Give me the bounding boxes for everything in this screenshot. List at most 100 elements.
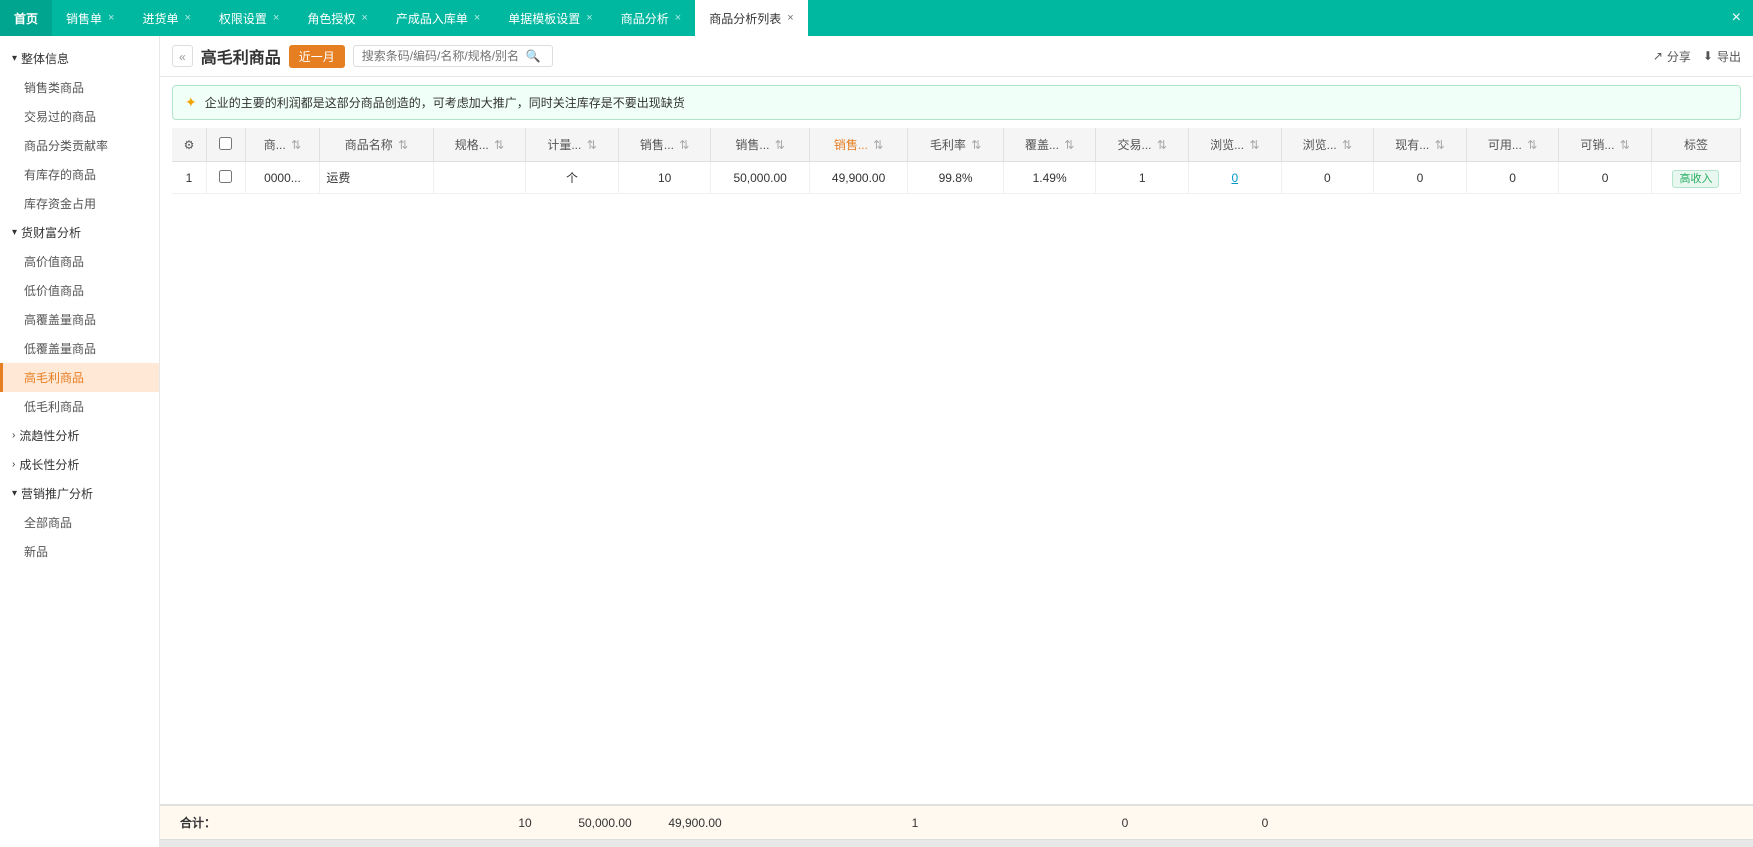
collapse-arrow-growth: › bbox=[12, 459, 15, 470]
nav-permission-settings-close[interactable]: × bbox=[273, 12, 279, 24]
th-sales-qty[interactable]: 销售... ⇅ bbox=[618, 128, 711, 162]
table-footer: 合计： 10 50,000.00 49,900.00 1 0 0 bbox=[160, 804, 1753, 839]
cell-available: 0 bbox=[1466, 162, 1559, 194]
th-current-stock[interactable]: 现有... ⇅ bbox=[1374, 128, 1467, 162]
sidebar-item-inventory-goods[interactable]: 有库存的商品 bbox=[0, 160, 159, 189]
sort-name-icon: ⇅ bbox=[398, 138, 408, 152]
collapse-arrow-trend: › bbox=[12, 430, 15, 441]
sidebar-group-overall-label: 整体信息 bbox=[21, 50, 69, 67]
export-button[interactable]: ⬇ 导出 bbox=[1703, 48, 1741, 65]
nav-sales-order-close[interactable]: × bbox=[108, 12, 114, 24]
th-checkbox[interactable] bbox=[207, 128, 246, 162]
nav-order-template-close[interactable]: × bbox=[586, 12, 592, 24]
nav-product-purchase[interactable]: 产成品入库单 × bbox=[382, 0, 494, 36]
search-input[interactable] bbox=[362, 49, 522, 63]
sidebar-collapse-button[interactable]: « bbox=[172, 45, 193, 67]
cell-transaction: 1 bbox=[1096, 162, 1189, 194]
th-saleable[interactable]: 可销... ⇅ bbox=[1559, 128, 1652, 162]
nav-role-permissions-close[interactable]: × bbox=[361, 12, 367, 24]
nav-purchase-order[interactable]: 进货单 × bbox=[128, 0, 204, 36]
th-code[interactable]: 商... ⇅ bbox=[245, 128, 320, 162]
nav-role-permissions[interactable]: 角色授权 × bbox=[293, 0, 381, 36]
nav-product-analysis-close[interactable]: × bbox=[675, 12, 681, 24]
nav-home[interactable]: 首页 bbox=[0, 0, 52, 36]
th-spec[interactable]: 规格... ⇅ bbox=[433, 128, 526, 162]
nav-product-analysis-list[interactable]: 商品分析列表 × bbox=[695, 0, 807, 36]
th-unit[interactable]: 计量... ⇅ bbox=[526, 128, 619, 162]
th-browse1[interactable]: 浏览... ⇅ bbox=[1189, 128, 1282, 162]
window-close-button[interactable]: × bbox=[1720, 9, 1753, 27]
nav-product-analysis-list-label: 商品分析列表 bbox=[709, 10, 781, 27]
horizontal-scrollbar[interactable] bbox=[160, 839, 1753, 847]
cell-tag: 高收入 bbox=[1651, 162, 1740, 194]
sort-current-stock-icon: ⇅ bbox=[1435, 138, 1445, 152]
sidebar-item-goods-analysis[interactable]: 商品分类贡献率 bbox=[0, 131, 159, 160]
data-table: ⚙ 商... ⇅ 商品名称 ⇅ 规格... ⇅ 计量... ⇅ 销售... ⇅ … bbox=[172, 128, 1741, 194]
th-tag[interactable]: 标签 bbox=[1651, 128, 1740, 162]
cell-browse1[interactable]: 0 bbox=[1189, 162, 1282, 194]
table-header-row: ⚙ 商... ⇅ 商品名称 ⇅ 规格... ⇅ 计量... ⇅ 销售... ⇅ … bbox=[172, 128, 1741, 162]
th-coverage[interactable]: 覆盖... ⇅ bbox=[1003, 128, 1096, 162]
sidebar-item-all-goods[interactable]: 全部商品 bbox=[0, 508, 159, 537]
top-navigation: 首页 销售单 × 进货单 × 权限设置 × 角色授权 × 产成品入库单 × 单据… bbox=[0, 0, 1753, 36]
sort-unit-icon: ⇅ bbox=[587, 138, 597, 152]
sort-code-icon: ⇅ bbox=[291, 138, 301, 152]
sort-saleable-icon: ⇅ bbox=[1620, 138, 1630, 152]
th-name[interactable]: 商品名称 ⇅ bbox=[320, 128, 433, 162]
sidebar-item-low-freq[interactable]: 低覆盖量商品 bbox=[0, 334, 159, 363]
nav-order-template[interactable]: 单据模板设置 × bbox=[494, 0, 606, 36]
tag-badge: 高收入 bbox=[1672, 170, 1719, 188]
th-sales-profit[interactable]: 销售... ⇅ bbox=[809, 128, 907, 162]
sidebar-item-traded-goods[interactable]: 交易过的商品 bbox=[0, 102, 159, 131]
sidebar-item-high-margin[interactable]: 高毛利商品 bbox=[0, 363, 159, 392]
nav-product-purchase-close[interactable]: × bbox=[474, 12, 480, 24]
nav-permission-settings-label: 权限设置 bbox=[219, 10, 267, 27]
select-all-checkbox[interactable] bbox=[219, 137, 232, 150]
nav-sales-order-label: 销售单 bbox=[66, 10, 102, 27]
cell-sales-profit: 49,900.00 bbox=[809, 162, 907, 194]
nav-product-analysis[interactable]: 商品分析 × bbox=[607, 0, 695, 36]
th-margin-rate[interactable]: 毛利率 ⇅ bbox=[908, 128, 1004, 162]
sort-available-icon: ⇅ bbox=[1527, 138, 1537, 152]
sidebar-item-sales-goods[interactable]: 销售类商品 bbox=[0, 73, 159, 102]
collapse-icon: « bbox=[179, 50, 186, 64]
nav-permission-settings[interactable]: 权限设置 × bbox=[205, 0, 293, 36]
nav-purchase-order-label: 进货单 bbox=[142, 10, 178, 27]
th-sales-amount[interactable]: 销售... ⇅ bbox=[711, 128, 809, 162]
sidebar-item-inventory-occupation[interactable]: 库存资金占用 bbox=[0, 189, 159, 218]
nav-product-analysis-list-close[interactable]: × bbox=[787, 12, 793, 24]
sort-browse2-icon: ⇅ bbox=[1342, 138, 1352, 152]
sidebar-group-marketing[interactable]: ▾ 营销推广分析 bbox=[0, 479, 159, 508]
sidebar-group-wealth[interactable]: ▾ 货财富分析 bbox=[0, 218, 159, 247]
sidebar-group-trend[interactable]: › 流趋性分析 bbox=[0, 421, 159, 450]
sidebar-group-wealth-label: 货财富分析 bbox=[21, 224, 81, 241]
cell-checkbox[interactable] bbox=[207, 162, 246, 194]
cell-coverage: 1.49% bbox=[1003, 162, 1096, 194]
sort-coverage-icon: ⇅ bbox=[1064, 138, 1074, 152]
th-settings[interactable]: ⚙ bbox=[172, 128, 207, 162]
share-button[interactable]: ↗ 分享 bbox=[1653, 48, 1691, 65]
search-icon[interactable]: 🔍 bbox=[526, 49, 541, 63]
nav-role-permissions-label: 角色授权 bbox=[307, 10, 355, 27]
main-layout: ▾ 整体信息 销售类商品 交易过的商品 商品分类贡献率 有库存的商品 库存资金占… bbox=[0, 36, 1753, 847]
content-header: « 高毛利商品 近一月 🔍 ↗ 分享 ⬇ 导出 bbox=[160, 36, 1753, 77]
sidebar-item-low-margin[interactable]: 低毛利商品 bbox=[0, 392, 159, 421]
row-checkbox[interactable] bbox=[219, 170, 232, 183]
th-available[interactable]: 可用... ⇅ bbox=[1466, 128, 1559, 162]
sidebar-item-high-value[interactable]: 高价值商品 bbox=[0, 247, 159, 276]
sidebar-item-high-freq[interactable]: 高覆盖量商品 bbox=[0, 305, 159, 334]
th-transaction[interactable]: 交易... ⇅ bbox=[1096, 128, 1189, 162]
search-box[interactable]: 🔍 bbox=[353, 45, 553, 67]
cell-code: 0000... bbox=[245, 162, 320, 194]
sidebar-item-new-goods[interactable]: 新品 bbox=[0, 537, 159, 566]
nav-order-template-label: 单据模板设置 bbox=[508, 10, 580, 27]
nav-sales-order[interactable]: 销售单 × bbox=[52, 0, 128, 36]
sidebar-group-growth[interactable]: › 成长性分析 bbox=[0, 450, 159, 479]
sidebar: ▾ 整体信息 销售类商品 交易过的商品 商品分类贡献率 有库存的商品 库存资金占… bbox=[0, 36, 160, 847]
sidebar-group-overall-info[interactable]: ▾ 整体信息 bbox=[0, 44, 159, 73]
nav-purchase-order-close[interactable]: × bbox=[184, 12, 190, 24]
table-wrapper[interactable]: ⚙ 商... ⇅ 商品名称 ⇅ 规格... ⇅ 计量... ⇅ 销售... ⇅ … bbox=[160, 128, 1753, 804]
time-filter-button[interactable]: 近一月 bbox=[289, 45, 345, 68]
sidebar-item-low-value[interactable]: 低价值商品 bbox=[0, 276, 159, 305]
th-browse2[interactable]: 浏览... ⇅ bbox=[1281, 128, 1374, 162]
